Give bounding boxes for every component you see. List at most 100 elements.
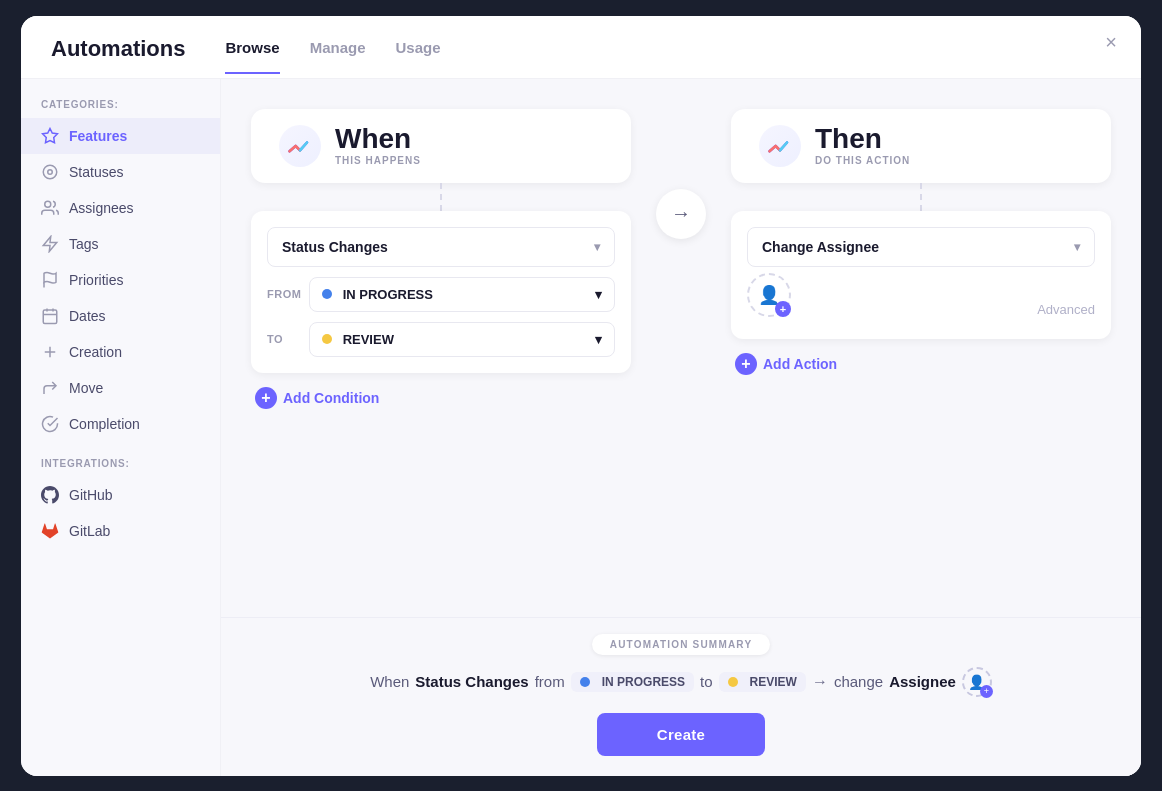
modal-title: Automations [51,36,185,78]
arrow-connector: → [631,109,731,239]
to-dot [322,334,332,344]
sidebar-item-assignees-label: Assignees [69,200,134,216]
sidebar-item-completion-label: Completion [69,416,140,432]
features-icon [41,127,59,145]
svg-point-0 [43,165,57,179]
to-filter-row: TO REVIEW ▾ [267,322,615,357]
sidebar-item-dates[interactable]: Dates [21,298,220,334]
to-chevron: ▾ [595,332,602,347]
then-subtitle: DO THIS ACTION [815,155,910,166]
sidebar-item-gitlab-label: GitLab [69,523,110,539]
summary-pill: AUTOMATION SUMMARY [251,634,1111,655]
when-connector-top [440,183,442,211]
add-condition-label: Add Condition [283,390,379,406]
svg-rect-5 [43,310,57,324]
completion-icon [41,415,59,433]
sidebar-item-completion[interactable]: Completion [21,406,220,442]
summary-assignee-icon-wrap: 👤 + [962,667,992,697]
arrow-circle: → [656,189,706,239]
dates-icon [41,307,59,325]
sidebar-item-move[interactable]: Move [21,370,220,406]
sidebar: CATEGORIES: Features Statuses Assignees [21,79,221,776]
integrations-label: INTEGRATIONS: [21,458,220,477]
close-button[interactable]: × [1105,32,1117,52]
summary-when: When [370,673,409,690]
when-logo-wrap [279,125,321,167]
add-condition[interactable]: + Add Condition [251,387,383,409]
to-value: REVIEW [343,332,394,347]
then-title: Then [815,125,910,153]
modal-header: Automations Browse Manage Usage × [21,16,1141,79]
creation-icon [41,343,59,361]
sidebar-item-github-label: GitHub [69,487,113,503]
sidebar-item-gitlab[interactable]: GitLab [21,513,220,549]
svg-point-1 [48,169,53,174]
summary-badge-review-label: REVIEW [750,675,797,689]
from-dropdown[interactable]: IN PROGRESS ▾ [309,277,615,312]
summary-badge-in-progress-label: IN PROGRESS [602,675,685,689]
to-label: TO [267,333,299,345]
assignee-row: 👤 + Advanced [747,267,1095,323]
sidebar-item-tags-label: Tags [69,236,99,252]
from-filter-row: FROM IN PROGRESS ▾ [267,277,615,312]
when-title: When [335,125,421,153]
summary-text: When Status Changes from IN PROGRESS to … [251,667,1111,697]
sidebar-item-statuses[interactable]: Statuses [21,154,220,190]
trigger-value: Status Changes [282,239,388,255]
trigger-dropdown[interactable]: Status Changes ▾ [267,227,615,267]
tab-usage[interactable]: Usage [396,39,441,74]
main-content: When THIS HAPPENS Status Changes ▾ FROM [221,79,1141,776]
assignee-placeholder[interactable]: 👤 + [747,273,791,317]
summary-assignee-plus: + [980,685,993,698]
summary-from: from [535,673,565,690]
summary-change: change [834,673,883,690]
sidebar-item-features[interactable]: Features [21,118,220,154]
from-dot [322,289,332,299]
from-content: IN PROGRESS [322,287,433,302]
svg-marker-3 [43,236,57,251]
add-action-label: Add Action [763,356,837,372]
when-header: When THIS HAPPENS [251,109,631,183]
sidebar-item-creation[interactable]: Creation [21,334,220,370]
advanced-link[interactable]: Advanced [1037,302,1095,317]
add-condition-icon: + [255,387,277,409]
sidebar-item-features-label: Features [69,128,127,144]
automation-builder: When THIS HAPPENS Status Changes ▾ FROM [221,79,1141,617]
action-chevron: ▾ [1074,240,1080,254]
summary-pill-label: AUTOMATION SUMMARY [592,634,771,655]
tabs-container: Browse Manage Usage [225,39,440,74]
then-logo-wrap [759,125,801,167]
sidebar-item-github[interactable]: GitHub [21,477,220,513]
trigger-chevron: ▾ [594,240,600,254]
sidebar-item-dates-label: Dates [69,308,106,324]
sidebar-item-tags[interactable]: Tags [21,226,220,262]
to-dropdown[interactable]: REVIEW ▾ [309,322,615,357]
sidebar-item-assignees[interactable]: Assignees [21,190,220,226]
clickup-logo-then [766,132,794,160]
tags-icon [41,235,59,253]
sidebar-item-priorities[interactable]: Priorities [21,262,220,298]
summary-status-changes: Status Changes [415,673,528,690]
statuses-icon [41,163,59,181]
assignees-icon [41,199,59,217]
summary-badge-review: REVIEW [719,672,806,692]
add-action[interactable]: + Add Action [731,353,841,375]
from-value: IN PROGRESS [343,287,433,302]
then-connector-top [920,183,922,211]
then-column: Then DO THIS ACTION Change Assignee ▾ 👤 [731,109,1111,375]
sidebar-item-move-label: Move [69,380,103,396]
tab-browse[interactable]: Browse [225,39,279,74]
github-icon [41,486,59,504]
summary-badge-review-dot [728,677,738,687]
when-column: When THIS HAPPENS Status Changes ▾ FROM [251,109,631,409]
to-content: REVIEW [322,332,394,347]
when-card: Status Changes ▾ FROM IN PROGRESS ▾ [251,211,631,373]
sidebar-item-statuses-label: Statuses [69,164,123,180]
create-button[interactable]: Create [597,713,766,756]
sidebar-item-creation-label: Creation [69,344,122,360]
gitlab-icon [41,522,59,540]
tab-manage[interactable]: Manage [310,39,366,74]
priorities-icon [41,271,59,289]
modal-body: CATEGORIES: Features Statuses Assignees [21,79,1141,776]
action-dropdown[interactable]: Change Assignee ▾ [747,227,1095,267]
